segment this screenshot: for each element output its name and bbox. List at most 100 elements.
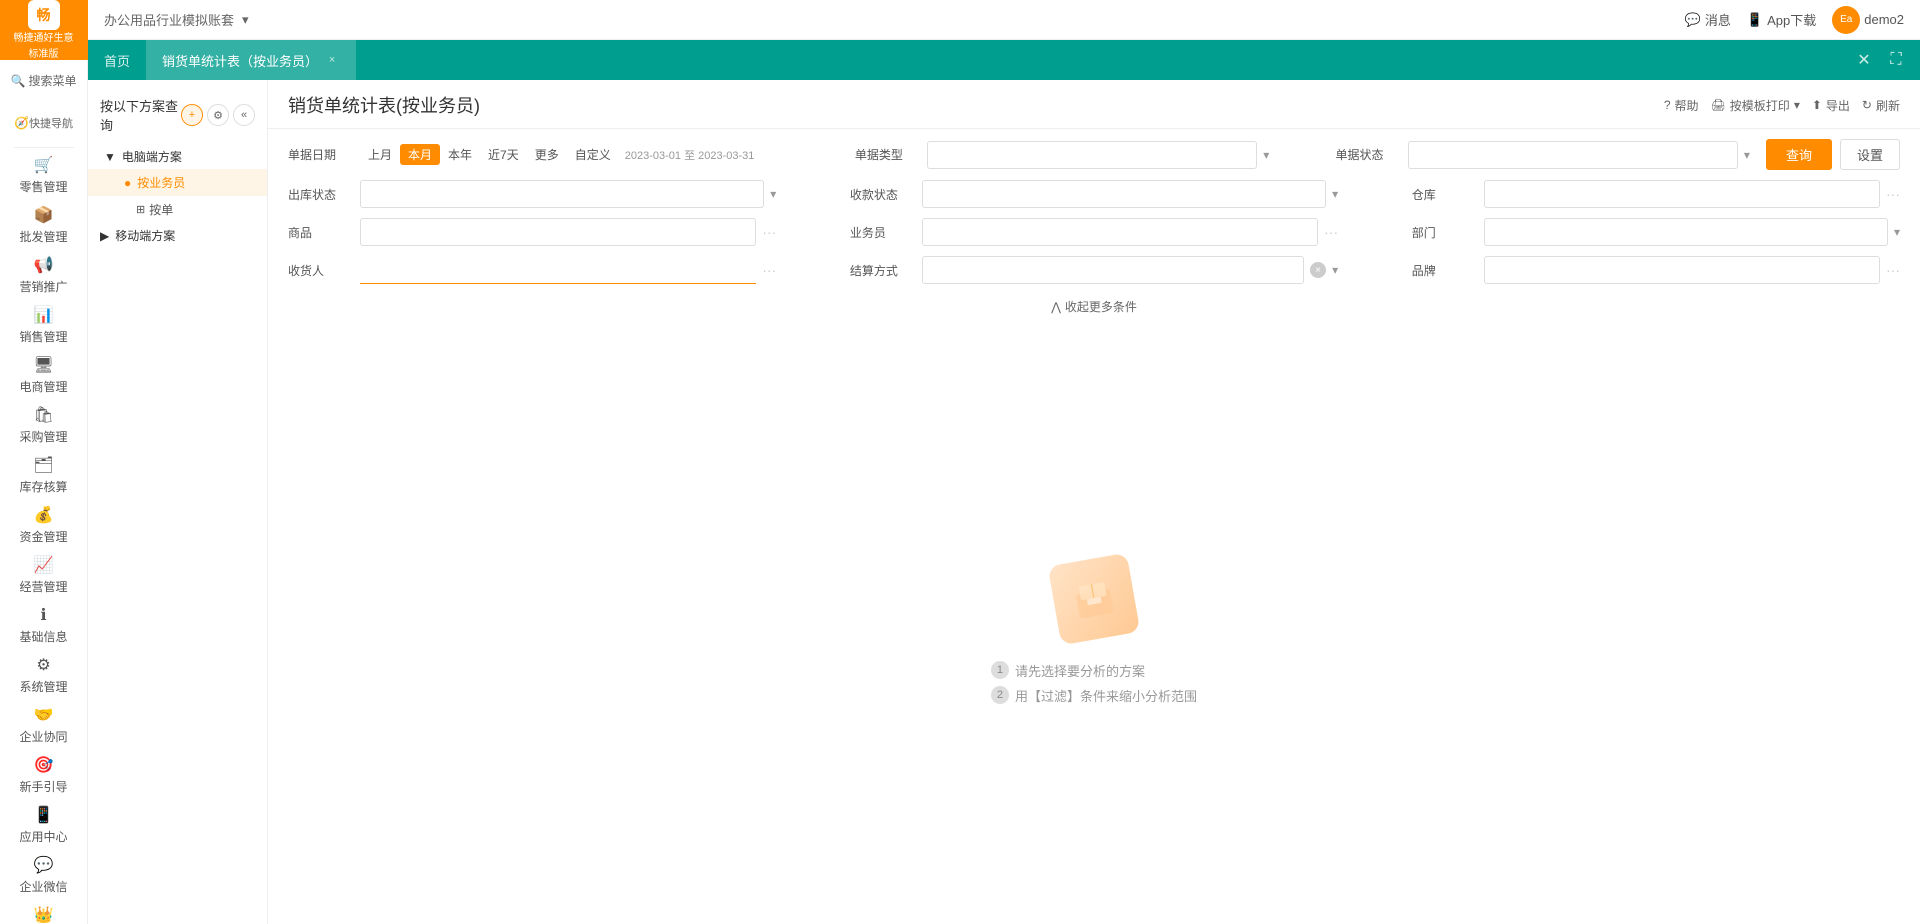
recipient-dots[interactable]: ··· — [762, 262, 776, 278]
operations-icon: 📈 — [34, 555, 54, 575]
sidebar-item-purchase[interactable]: 🛍 采购管理 — [0, 400, 88, 450]
settlement-clear-button[interactable]: × — [1310, 262, 1326, 278]
department-chevron[interactable]: ▾ — [1894, 225, 1900, 239]
refresh-icon: ↻ — [1862, 98, 1872, 112]
salesperson-input[interactable] — [922, 218, 1318, 246]
app-download-button[interactable]: 📱 App下载 — [1747, 10, 1816, 29]
left-panel-actions: + ⚙ « — [181, 104, 255, 126]
add-scheme-button[interactable]: + — [181, 104, 203, 126]
ship-status-chevron[interactable]: ▾ — [770, 187, 776, 201]
sidebar-item-enterprise[interactable]: 🤝 企业协同 — [0, 700, 88, 750]
appstore-icon: 📱 — [34, 805, 54, 825]
user-menu[interactable]: Ea demo2 — [1832, 6, 1904, 34]
sidebar-item-basic[interactable]: ℹ 基础信息 — [0, 600, 88, 650]
scheme-item-by-salesperson[interactable]: ● 按业务员 — [88, 169, 267, 196]
tab-close-all-button[interactable]: ✕ — [1852, 48, 1876, 72]
sidebar-item-wholesale[interactable]: 📦 批发管理 — [0, 200, 88, 250]
brand-input[interactable] — [1484, 256, 1880, 284]
sidebar-item-wechat[interactable]: 💬 企业微信 — [0, 850, 88, 900]
order-status-input[interactable] — [1408, 141, 1738, 169]
enterprise-icon: 🤝 — [34, 705, 54, 725]
collapse-filters-button[interactable]: ⋀ 收起更多条件 — [1039, 294, 1149, 319]
sidebar-item-operations[interactable]: 📈 经营管理 — [0, 550, 88, 600]
main-area: 办公用品行业模拟账套 ▾ 💬 消息 📱 App下载 Ea demo2 首页 — [88, 0, 1920, 924]
order-status-label: 单据状态 — [1336, 146, 1392, 163]
finance-icon: 💰 — [34, 505, 54, 525]
left-panel-header: 按以下方案查询 + ⚙ « — [88, 90, 267, 140]
sidebar-item-marketing[interactable]: 📢 营销推广 — [0, 250, 88, 300]
sidebar-quick-nav[interactable]: 🧭 快捷导航 — [0, 101, 88, 145]
product-cell: ··· — [360, 218, 776, 246]
right-content: 销货单统计表(按业务员) ? 帮助 🖨 按模板打印 ▾ ⬆ 导出 — [268, 80, 1920, 924]
scheme-group-mobile[interactable]: ▶ 移动端方案 — [88, 223, 267, 248]
help-button[interactable]: ? 帮助 — [1664, 97, 1699, 114]
tab-home[interactable]: 首页 — [88, 40, 146, 80]
query-button[interactable]: 查询 — [1766, 139, 1832, 170]
department-cell: ▾ — [1484, 218, 1900, 246]
tab-sales-stat[interactable]: 销货单统计表（按业务员） × — [146, 40, 356, 80]
order-type-chevron[interactable]: ▾ — [1263, 148, 1269, 162]
product-input[interactable] — [360, 218, 756, 246]
date-btn-more[interactable]: 更多 — [527, 144, 567, 165]
content: 按以下方案查询 + ⚙ « ▼ 电脑端方案 ● 按业务员 — [88, 80, 1920, 924]
recipient-input[interactable] — [360, 256, 756, 284]
topbar: 办公用品行业模拟账套 ▾ 💬 消息 📱 App下载 Ea demo2 — [88, 0, 1920, 40]
quick-nav-item[interactable]: 🧭 快捷导航 — [0, 105, 88, 141]
order-status-chevron[interactable]: ▾ — [1744, 148, 1750, 162]
sales-icon: 📊 — [34, 305, 54, 325]
wechat-icon: 💬 — [34, 855, 54, 875]
sidebar-item-ecommerce[interactable]: 🖥 电商管理 — [0, 350, 88, 400]
recipient-label: 收货人 — [288, 262, 344, 279]
date-range-display: 2023-03-01 至 2023-03-31 — [625, 147, 755, 163]
product-dots[interactable]: ··· — [762, 224, 776, 240]
settings-button[interactable]: 设置 — [1840, 139, 1900, 170]
tab-close-button[interactable]: × — [324, 52, 340, 68]
message-button[interactable]: 💬 消息 — [1685, 10, 1731, 29]
sidebar-item-finance[interactable]: 💰 资金管理 — [0, 500, 88, 550]
ship-status-label: 出库状态 — [288, 186, 344, 203]
warehouse-dots[interactable]: ··· — [1886, 186, 1900, 202]
inventory-icon: 🗂 — [33, 455, 53, 475]
search-menu-button[interactable]: 🔍 搜索菜单 — [6, 68, 82, 93]
ship-status-input[interactable] — [360, 180, 764, 208]
date-btn-custom[interactable]: 自定义 — [567, 144, 619, 165]
topbar-left: 办公用品行业模拟账套 ▾ — [104, 10, 249, 29]
payment-status-chevron[interactable]: ▾ — [1332, 187, 1338, 201]
order-type-input[interactable] — [927, 141, 1257, 169]
sidebar-item-retail[interactable]: 🛒 零售管理 — [0, 150, 88, 200]
collapse-panel-button[interactable]: « — [233, 104, 255, 126]
brand-dots[interactable]: ··· — [1886, 262, 1900, 278]
sidebar-item-member[interactable]: 👑 畅会员 — [0, 900, 88, 924]
department-input[interactable] — [1484, 218, 1888, 246]
date-btn-last-month[interactable]: 上月 — [360, 144, 400, 165]
compass-icon: 🧭 — [14, 116, 29, 130]
empty-tip-1: 1 请先选择要分析的方案 — [991, 661, 1197, 680]
date-btn-this-year[interactable]: 本年 — [440, 144, 480, 165]
settlement-chevron[interactable]: ▾ — [1332, 263, 1338, 277]
tab-fullscreen-button[interactable]: ⛶ — [1884, 48, 1908, 72]
dropdown-icon[interactable]: ▾ — [242, 12, 249, 28]
date-btn-this-month[interactable]: 本月 — [400, 144, 440, 165]
sidebar-item-newbie[interactable]: 🎯 新手引导 — [0, 750, 88, 800]
export-button[interactable]: ⬆ 导出 — [1812, 97, 1850, 114]
salesperson-dots[interactable]: ··· — [1324, 224, 1338, 240]
sidebar-search[interactable]: 🔍 搜索菜单 — [0, 60, 88, 101]
sidebar-divider — [14, 147, 74, 148]
payment-status-input[interactable] — [922, 180, 1326, 208]
scheme-settings-button[interactable]: ⚙ — [207, 104, 229, 126]
scheme-subitem-by-order[interactable]: ⊞ 按单 — [88, 196, 267, 223]
app-name: 办公用品行业模拟账套 — [104, 10, 234, 29]
date-btn-7days[interactable]: 近7天 — [480, 144, 527, 165]
sidebar-item-system[interactable]: ⚙ 系统管理 — [0, 650, 88, 700]
warehouse-input[interactable] — [1484, 180, 1880, 208]
sidebar-item-inventory[interactable]: 🗂 库存核算 — [0, 450, 88, 500]
filter-row-4: 收货人 ··· 结算方式 × ▾ 品牌 — [288, 256, 1900, 284]
member-icon: 👑 — [34, 905, 54, 924]
refresh-button[interactable]: ↻ 刷新 — [1862, 97, 1900, 114]
sidebar-item-appstore[interactable]: 📱 应用中心 — [0, 800, 88, 850]
template-print-button[interactable]: 🖨 按模板打印 ▾ — [1711, 97, 1800, 114]
settlement-input[interactable] — [922, 256, 1304, 284]
product-label: 商品 — [288, 224, 344, 241]
scheme-pc-header[interactable]: ▼ 电脑端方案 — [88, 144, 267, 169]
sidebar-item-sales[interactable]: 📊 销售管理 — [0, 300, 88, 350]
